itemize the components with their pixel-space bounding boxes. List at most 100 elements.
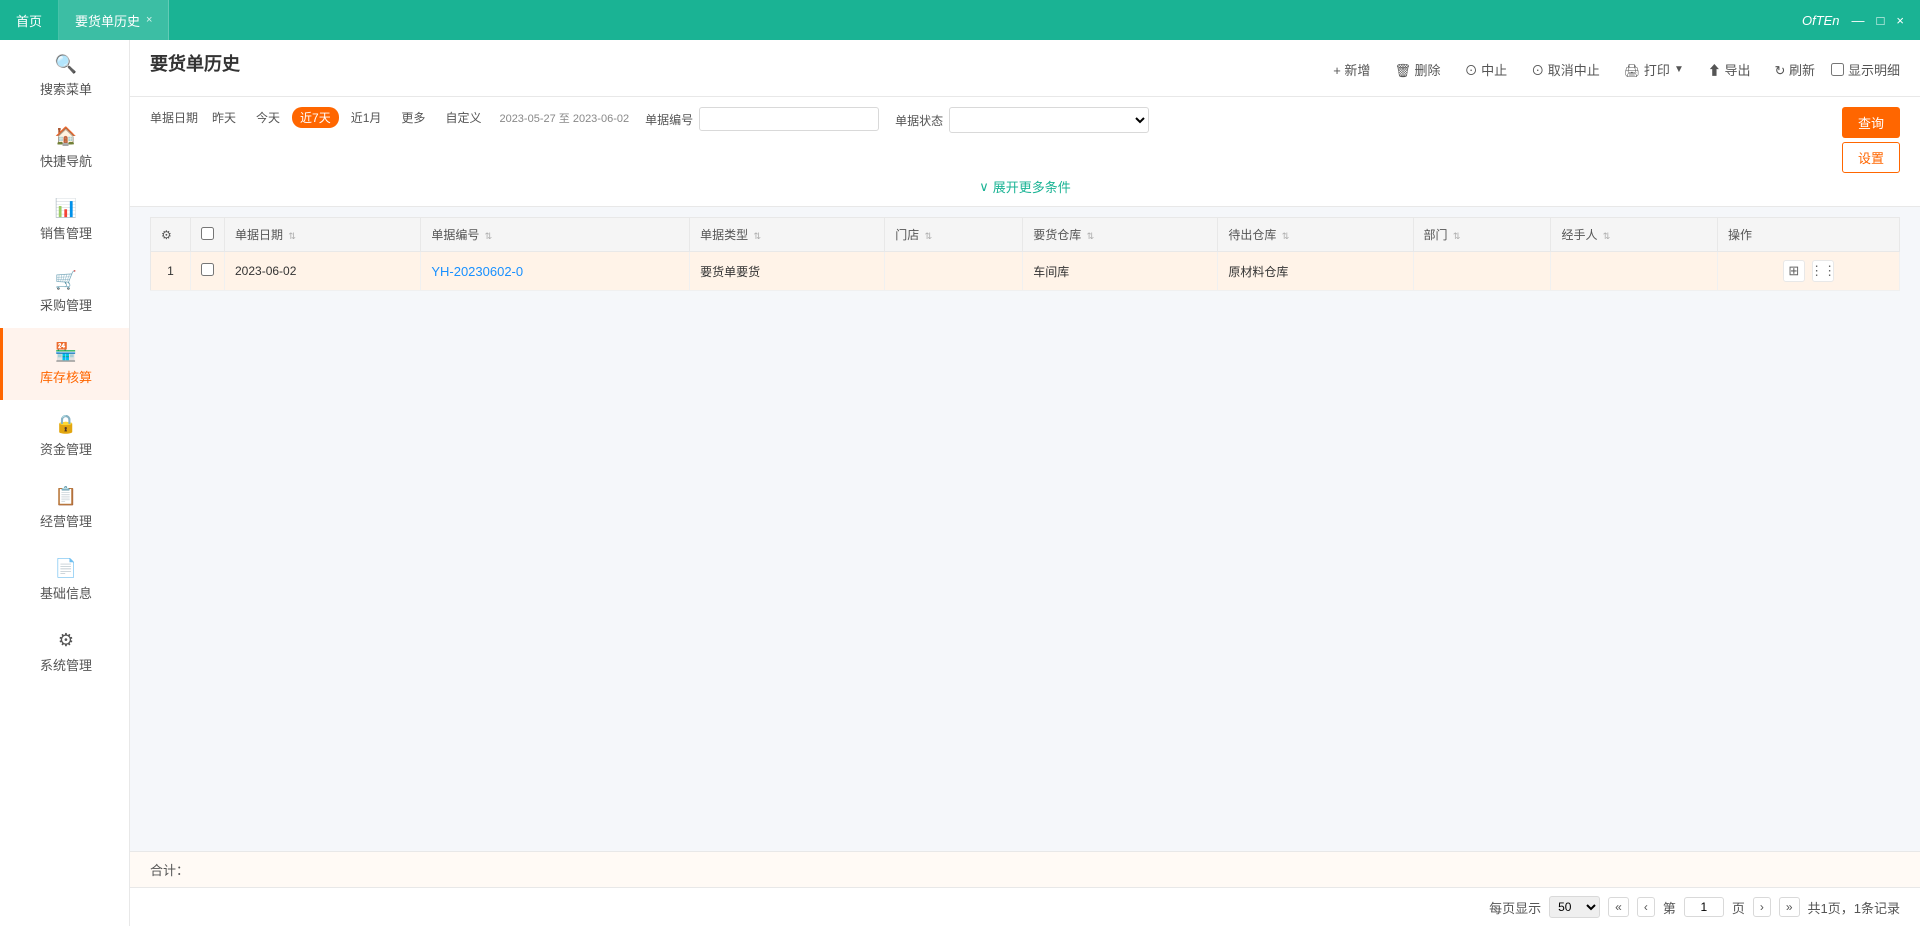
th-pending-warehouse[interactable]: 待出仓库 ⇅: [1218, 218, 1413, 252]
yesterday-btn[interactable]: 昨天: [204, 107, 244, 128]
sidebar-item-basic-info[interactable]: 📄 基础信息: [0, 544, 129, 616]
print-dropdown-icon[interactable]: ▼: [1674, 64, 1684, 75]
export-btn[interactable]: ⬆ 导出: [1700, 56, 1759, 83]
finance-icon: 🔒: [55, 414, 77, 435]
data-table: ⚙ 单据日期 ⇅ 单据编号 ⇅ 单据类型 ⇅ 门店 ⇅ 要货仓库 ⇅ 待出仓库 …: [150, 217, 1900, 291]
status-select[interactable]: [949, 107, 1149, 133]
minimize-btn[interactable]: —: [1852, 13, 1865, 28]
th-doc-type[interactable]: 单据类型 ⇅: [690, 218, 885, 252]
th-settings[interactable]: ⚙: [151, 218, 191, 252]
sidebar-item-operations[interactable]: 📋 经营管理: [0, 472, 129, 544]
maximize-btn[interactable]: □: [1877, 13, 1885, 28]
expand-more-btn[interactable]: ∨ 展开更多条件: [979, 177, 1071, 196]
sidebar-item-basic-info-label: 基础信息: [40, 583, 92, 602]
table-header: ⚙ 单据日期 ⇅ 单据编号 ⇅ 单据类型 ⇅ 门店 ⇅ 要货仓库 ⇅ 待出仓库 …: [151, 218, 1900, 252]
sidebar-item-operations-label: 经营管理: [40, 511, 92, 530]
status-label: 单据状态: [895, 112, 943, 129]
close-btn[interactable]: ×: [1896, 13, 1904, 28]
doc-no-link[interactable]: YH-20230602-0: [431, 264, 523, 279]
first-page-btn[interactable]: «: [1608, 897, 1629, 917]
topbar-tabs: 首页 要货单历史 ×: [0, 0, 1786, 40]
inventory-icon: 🏪: [55, 342, 77, 363]
filter-area: 单据日期 昨天 今天 近7天 近1月 更多 自定义 2023-05-27 至 2…: [130, 97, 1920, 207]
page-input[interactable]: [1684, 897, 1724, 917]
row-checkbox-cell: [191, 252, 225, 291]
more-op-btn[interactable]: ⋮⋮: [1812, 260, 1834, 282]
sidebar-item-finance[interactable]: 🔒 资金管理: [0, 400, 129, 472]
topbar: 首页 要货单历史 × OfTEn — □ ×: [0, 0, 1920, 40]
select-all-checkbox[interactable]: [201, 227, 214, 240]
tab-active[interactable]: 要货单历史 ×: [59, 0, 169, 40]
sidebar-item-inventory[interactable]: 🏪 库存核算: [0, 328, 129, 400]
page-suffix: 页: [1732, 898, 1745, 917]
summary-label: 合计：: [150, 860, 189, 879]
sidebar-item-purchase[interactable]: 🛒 采购管理: [0, 256, 129, 328]
delete-btn[interactable]: 🗑 删除: [1386, 56, 1448, 83]
show-detail-label: 显示明细: [1848, 60, 1900, 79]
date-filter-group: 单据日期 昨天 今天 近7天 近1月 更多 自定义 2023-05-27 至 2…: [150, 107, 629, 128]
th-req-warehouse[interactable]: 要货仓库 ⇅: [1023, 218, 1218, 252]
home-tab-label: 首页: [16, 11, 42, 30]
doc-no-filter-group: 单据编号: [645, 107, 879, 131]
content-area: 要货单历史 + 新增 🗑 删除 ⊙ 中止 ⊙ 取消中止 🖨 打印 ▼ ⬆ 导出 …: [130, 40, 1920, 926]
new-btn[interactable]: + 新增: [1325, 56, 1378, 83]
sidebar-item-search-menu-label: 搜索菜单: [40, 79, 92, 98]
print-btn[interactable]: 🖨 打印 ▼: [1616, 56, 1692, 83]
row-store: [885, 252, 1023, 291]
per-page-select[interactable]: 10 20 50 100: [1549, 896, 1600, 918]
custom-btn[interactable]: 自定义: [437, 107, 489, 128]
page-label: 第: [1663, 898, 1676, 917]
sidebar-item-quick-nav[interactable]: 🏠 快捷导航: [0, 112, 129, 184]
query-btn[interactable]: 查询: [1842, 107, 1900, 138]
sidebar-item-inventory-label: 库存核算: [40, 367, 92, 386]
recent7-btn[interactable]: 近7天: [292, 107, 339, 128]
sidebar-item-finance-label: 资金管理: [40, 439, 92, 458]
doc-no-input[interactable]: [699, 107, 879, 131]
pagination: 每页显示 10 20 50 100 « ‹ 第 页 › » 共1页，1条记录: [130, 887, 1920, 926]
sidebar-item-search-menu[interactable]: 🔍 搜索菜单: [0, 40, 129, 112]
doc-no-label: 单据编号: [645, 111, 693, 128]
sidebar-item-sales[interactable]: 📊 销售管理: [0, 184, 129, 256]
quick-nav-icon: 🏠: [55, 126, 77, 147]
sidebar-item-system[interactable]: ⚙ 系统管理: [0, 616, 129, 688]
settings-btn[interactable]: 设置: [1842, 142, 1900, 173]
topbar-right: OfTEn — □ ×: [1786, 13, 1920, 28]
refresh-btn[interactable]: ↻ 刷新: [1766, 56, 1823, 83]
th-doc-no[interactable]: 单据编号 ⇅: [421, 218, 690, 252]
today-btn[interactable]: 今天: [248, 107, 288, 128]
sales-icon: 📊: [55, 198, 77, 219]
th-doc-date[interactable]: 单据日期 ⇅: [225, 218, 421, 252]
active-tab-label: 要货单历史: [75, 11, 140, 30]
table-wrap: ⚙ 单据日期 ⇅ 单据编号 ⇅ 单据类型 ⇅ 门店 ⇅ 要货仓库 ⇅ 待出仓库 …: [130, 207, 1920, 851]
th-dept[interactable]: 部门 ⇅: [1413, 218, 1551, 252]
system-icon: ⚙: [58, 630, 74, 651]
th-handler[interactable]: 经手人 ⇅: [1551, 218, 1718, 252]
main-layout: 🔍 搜索菜单 🏠 快捷导航 📊 销售管理 🛒 采购管理 🏪 库存核算 🔒 资金管…: [0, 40, 1920, 926]
show-detail-checkbox[interactable]: [1831, 63, 1844, 76]
more-btn[interactable]: 更多: [393, 107, 433, 128]
view-op-btn[interactable]: ⊞: [1783, 260, 1805, 282]
recent1m-btn[interactable]: 近1月: [343, 107, 390, 128]
row-doc-date: 2023-06-02: [225, 252, 421, 291]
sidebar-item-sales-label: 销售管理: [40, 223, 92, 242]
per-page-label: 每页显示: [1489, 898, 1541, 917]
row-doc-type: 要货单要货: [690, 252, 885, 291]
th-checkbox: [191, 218, 225, 252]
stop-btn[interactable]: ⊙ 中止: [1457, 56, 1516, 83]
operations-icon: 📋: [55, 486, 77, 507]
sidebar: 🔍 搜索菜单 🏠 快捷导航 📊 销售管理 🛒 采购管理 🏪 库存核算 🔒 资金管…: [0, 40, 130, 926]
prev-page-btn[interactable]: ‹: [1637, 897, 1655, 917]
page-title: 要货单历史: [150, 50, 240, 76]
next-page-btn[interactable]: ›: [1753, 897, 1771, 917]
cancel-stop-btn[interactable]: ⊙ 取消中止: [1523, 56, 1608, 83]
often-label: OfTEn: [1802, 13, 1840, 28]
last-page-btn[interactable]: »: [1779, 897, 1800, 917]
th-store[interactable]: 门店 ⇅: [885, 218, 1023, 252]
tab-home[interactable]: 首页: [0, 0, 59, 40]
close-tab-icon[interactable]: ×: [146, 14, 152, 26]
sidebar-item-system-label: 系统管理: [40, 655, 92, 674]
row-checkbox[interactable]: [201, 263, 214, 276]
sidebar-item-purchase-label: 采购管理: [40, 295, 92, 314]
date-btns: 昨天 今天 近7天 近1月 更多 自定义: [204, 107, 489, 128]
row-doc-no: YH-20230602-0: [421, 252, 690, 291]
